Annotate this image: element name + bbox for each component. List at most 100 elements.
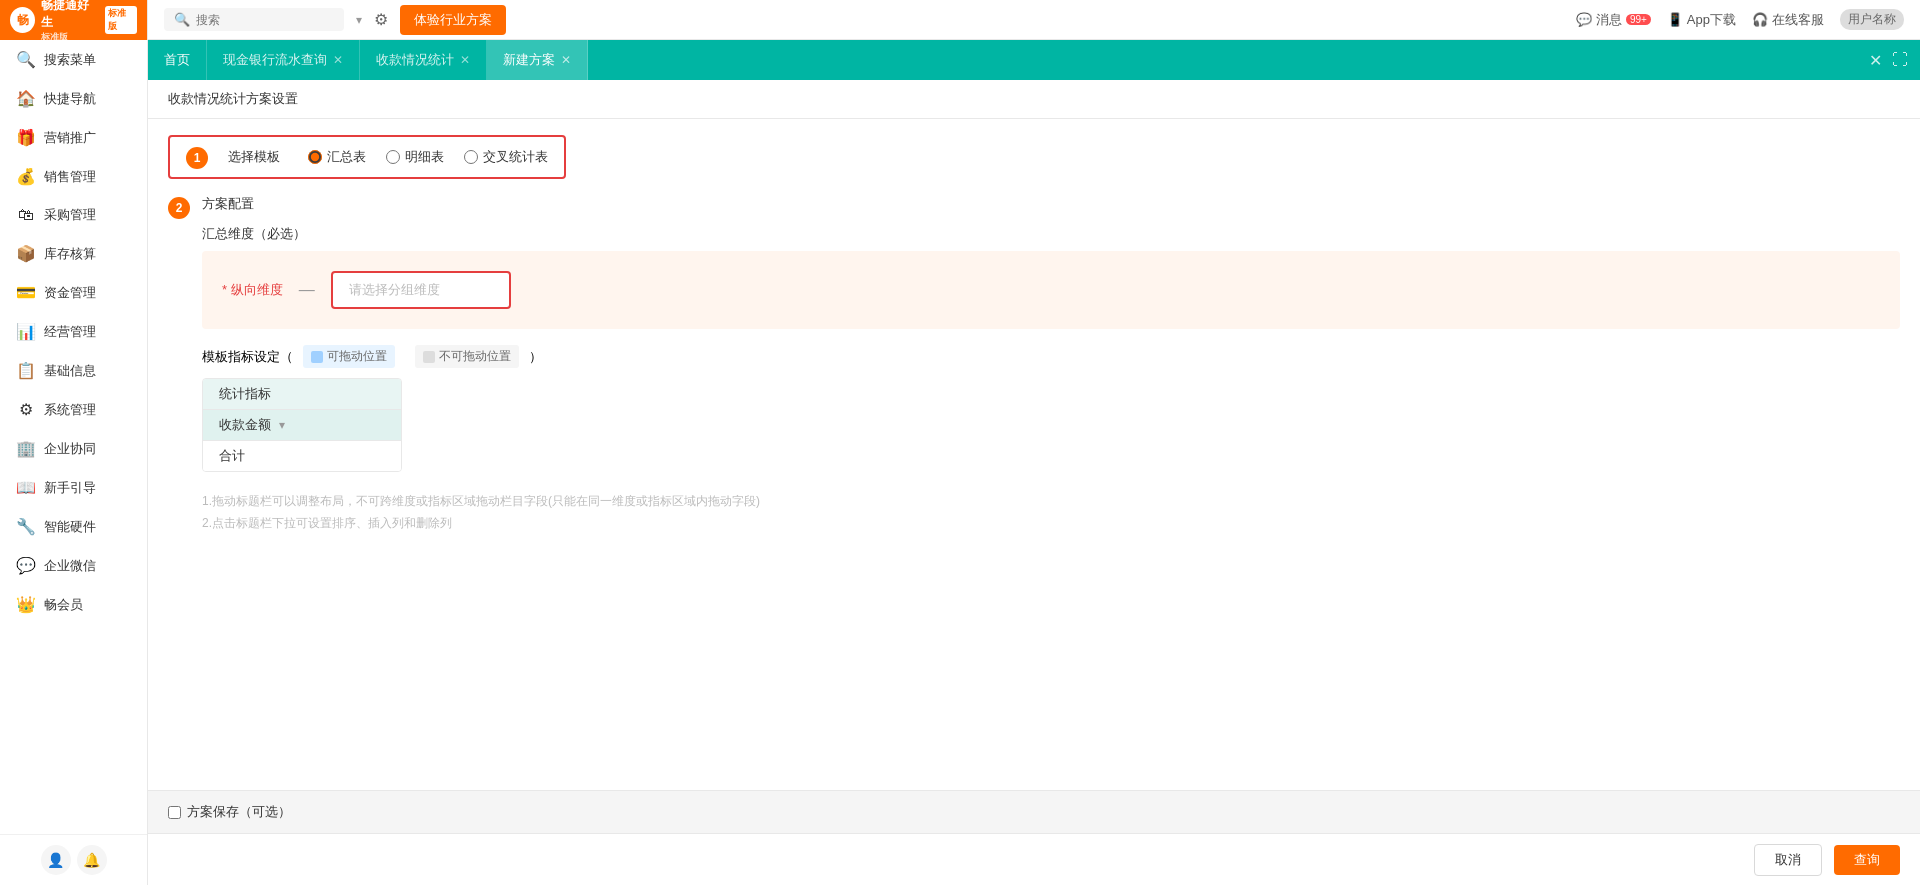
sidebar-item-quick-nav[interactable]: 🏠 快捷导航 xyxy=(0,79,147,118)
metrics-close-paren: ） xyxy=(529,348,542,366)
sidebar-item-member[interactable]: 👑 畅会员 xyxy=(0,585,147,624)
sidebar-item-guide[interactable]: 📖 新手引导 xyxy=(0,468,147,507)
save-checkbox[interactable] xyxy=(168,806,181,819)
metrics-section: 模板指标设定（ 可拖动位置 不可拖动位置 ） xyxy=(202,345,1900,475)
search-chevron-icon[interactable]: ▾ xyxy=(356,13,362,27)
arrow-icon: — xyxy=(299,281,315,299)
sidebar-item-corp[interactable]: 🏢 企业协同 xyxy=(0,429,147,468)
sidebar-user-icon[interactable]: 👤 xyxy=(41,845,71,875)
template-selector: 1 选择模板 汇总表 明细表 交叉统计表 xyxy=(168,135,566,179)
radio-cross-input[interactable] xyxy=(464,150,478,164)
tab-close-all-icon[interactable]: ✕ xyxy=(1869,51,1882,70)
sidebar-item-label: 企业协同 xyxy=(44,440,96,458)
sidebar-item-label: 搜索菜单 xyxy=(44,51,96,69)
col-header-label: 收款金额 xyxy=(219,416,271,434)
content-area: 收款情况统计方案设置 1 选择模板 汇总表 明细表 xyxy=(148,80,1920,833)
cancel-button[interactable]: 取消 xyxy=(1754,844,1822,876)
tabbar: 首页 现金银行流水查询 ✕ 收款情况统计 ✕ 新建方案 ✕ ✕ ⛶ xyxy=(148,40,1920,80)
standard-badge: 标准版 xyxy=(105,6,137,34)
metrics-table-header: 统计指标 xyxy=(203,379,401,410)
sidebar-item-basic-info[interactable]: 📋 基础信息 xyxy=(0,351,147,390)
headset-icon: 🎧 xyxy=(1752,12,1768,27)
logo-text: 畅捷通好生 标准版 xyxy=(41,0,99,44)
tab-home[interactable]: 首页 xyxy=(148,40,207,80)
notification-btn[interactable]: 💬 消息 99+ xyxy=(1576,11,1651,29)
tab-receipt-stat[interactable]: 收款情况统计 ✕ xyxy=(360,40,487,80)
step2-section: 2 方案配置 汇总维度（必选） * 纵向维度 — 请选择分组维度 xyxy=(168,195,1900,534)
tab-fullscreen-icon[interactable]: ⛶ xyxy=(1892,51,1908,69)
user-info[interactable]: 用户名称 xyxy=(1840,9,1904,30)
radio-cross[interactable]: 交叉统计表 xyxy=(464,148,548,166)
dimension-area: * 纵向维度 — 请选择分组维度 xyxy=(202,251,1900,329)
sidebar-item-label: 系统管理 xyxy=(44,401,96,419)
step1-badge: 1 xyxy=(186,147,208,169)
tabbar-right: ✕ ⛶ xyxy=(1869,51,1920,70)
tab-close-new-plan[interactable]: ✕ xyxy=(561,53,571,67)
tab-bank-flow[interactable]: 现金银行流水查询 ✕ xyxy=(207,40,360,80)
radio-cross-label: 交叉统计表 xyxy=(483,148,548,166)
sidebar-item-search-menu[interactable]: 🔍 搜索菜单 xyxy=(0,40,147,79)
stats-indicator-label: 统计指标 xyxy=(219,385,271,403)
tab-close-bank-flow[interactable]: ✕ xyxy=(333,53,343,67)
box-icon: 📦 xyxy=(16,244,36,263)
industry-btn[interactable]: 体验行业方案 xyxy=(400,5,506,35)
sidebar-item-label: 营销推广 xyxy=(44,129,96,147)
crown-icon: 👑 xyxy=(16,595,36,614)
sidebar-item-label: 畅会员 xyxy=(44,596,83,614)
col-header-row[interactable]: 收款金额 ▾ xyxy=(203,410,401,441)
chat-icon: 💬 xyxy=(16,556,36,575)
sidebar-item-finance[interactable]: 💳 资金管理 xyxy=(0,273,147,312)
search-menu-icon: 🔍 xyxy=(16,50,36,69)
shopping-icon: 🛍 xyxy=(16,206,36,224)
sidebar-item-system[interactable]: ⚙ 系统管理 xyxy=(0,390,147,429)
online-service-btn[interactable]: 🎧 在线客服 xyxy=(1752,11,1824,29)
sidebar-item-label: 经营管理 xyxy=(44,323,96,341)
sidebar: 畅 畅捷通好生 标准版 标准版 🔍 搜索菜单 🏠 快捷导航 🎁 营销推广 💰 销… xyxy=(0,0,148,885)
chart-icon: 📊 xyxy=(16,322,36,341)
building-icon: 🏢 xyxy=(16,439,36,458)
sidebar-bottom: 👤 🔔 xyxy=(0,834,147,885)
main-area: 🔍 ▾ ⚙ 体验行业方案 💬 消息 99+ 📱 App下载 🎧 在线客服 用户名… xyxy=(148,0,1920,885)
wrench-icon: 🔧 xyxy=(16,517,36,536)
col-header-chevron-icon[interactable]: ▾ xyxy=(279,418,285,432)
tab-new-plan[interactable]: 新建方案 ✕ xyxy=(487,40,588,80)
page-body: 1 选择模板 汇总表 明细表 交叉统计表 xyxy=(148,119,1920,790)
radio-detail[interactable]: 明细表 xyxy=(386,148,444,166)
radio-detail-input[interactable] xyxy=(386,150,400,164)
logo-icon: 畅 xyxy=(10,7,35,33)
query-button[interactable]: 查询 xyxy=(1834,845,1900,875)
tips-section: 1.拖动标题栏可以调整布局，不可跨维度或指标区域拖动栏目字段(只能在同一维度或指… xyxy=(202,491,1900,534)
sidebar-item-sales[interactable]: 💰 销售管理 xyxy=(0,157,147,196)
save-label: 方案保存（可选） xyxy=(187,803,291,821)
save-checkbox-label[interactable]: 方案保存（可选） xyxy=(168,803,291,821)
topbar: 🔍 ▾ ⚙ 体验行业方案 💬 消息 99+ 📱 App下载 🎧 在线客服 用户名… xyxy=(148,0,1920,40)
sidebar-item-inventory[interactable]: 📦 库存核算 xyxy=(0,234,147,273)
sidebar-item-label: 采购管理 xyxy=(44,206,96,224)
sidebar-item-hardware[interactable]: 🔧 智能硬件 xyxy=(0,507,147,546)
settings-icon[interactable]: ⚙ xyxy=(374,10,388,29)
sidebar-item-marketing[interactable]: 🎁 营销推广 xyxy=(0,118,147,157)
sidebar-nav: 🔍 搜索菜单 🏠 快捷导航 🎁 营销推广 💰 销售管理 🛍 采购管理 📦 库存核… xyxy=(0,40,147,834)
search-box[interactable]: 🔍 xyxy=(164,8,344,31)
app-download-btn[interactable]: 📱 App下载 xyxy=(1667,11,1736,29)
dimension-placeholder: 请选择分组维度 xyxy=(349,281,440,299)
list-icon: 📋 xyxy=(16,361,36,380)
app-icon: 📱 xyxy=(1667,12,1683,27)
step2-badge: 2 xyxy=(168,197,190,219)
radio-summary-input[interactable] xyxy=(308,150,322,164)
dimension-selector[interactable]: 请选择分组维度 xyxy=(331,271,511,309)
sidebar-item-label: 企业微信 xyxy=(44,557,96,575)
metrics-table: 统计指标 收款金额 ▾ 合计 xyxy=(202,378,402,472)
sidebar-item-wechat[interactable]: 💬 企业微信 xyxy=(0,546,147,585)
radio-summary[interactable]: 汇总表 xyxy=(308,148,366,166)
message-icon: 💬 xyxy=(1576,12,1592,27)
sidebar-item-purchase[interactable]: 🛍 采购管理 xyxy=(0,196,147,234)
tab-close-receipt-stat[interactable]: ✕ xyxy=(460,53,470,67)
radio-summary-label: 汇总表 xyxy=(327,148,366,166)
search-icon: 🔍 xyxy=(174,12,190,27)
sidebar-item-operation[interactable]: 📊 经营管理 xyxy=(0,312,147,351)
step1-title: 选择模板 xyxy=(228,148,280,166)
sidebar-notify-icon[interactable]: 🔔 xyxy=(77,845,107,875)
search-input[interactable] xyxy=(196,13,326,27)
sidebar-logo: 畅 畅捷通好生 标准版 标准版 xyxy=(0,0,147,40)
